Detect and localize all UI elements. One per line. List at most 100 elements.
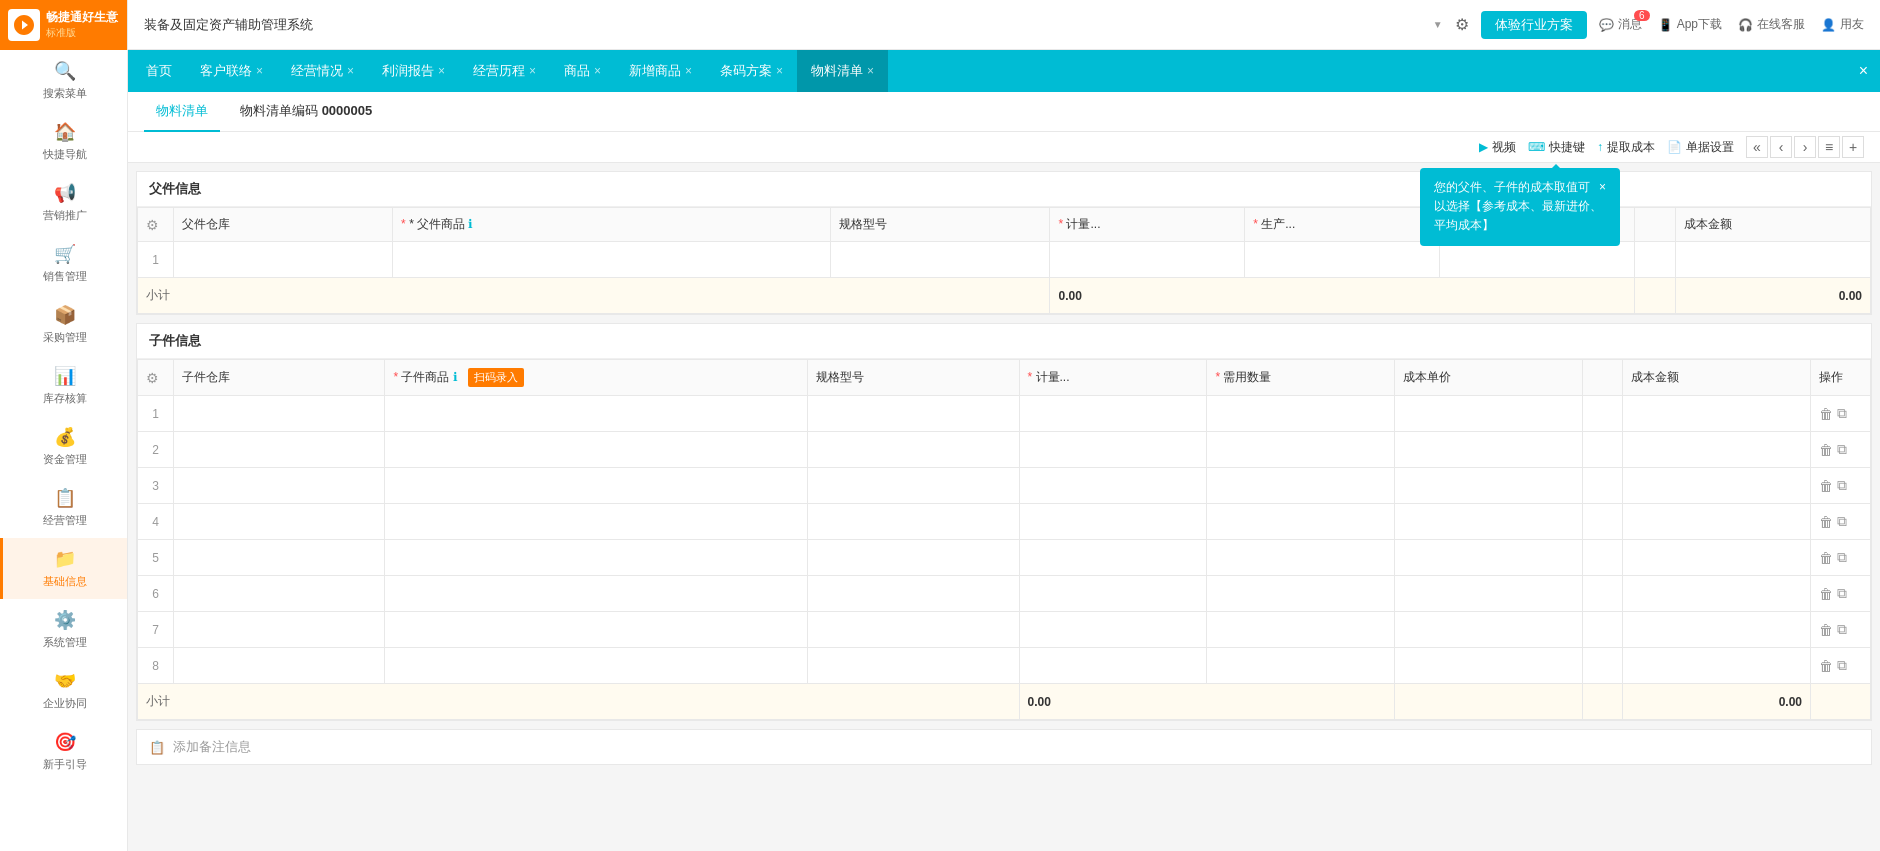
copy-icon-2[interactable]: ⧉: [1837, 441, 1847, 458]
child-cell-spec-3[interactable]: [808, 468, 1019, 504]
parent-cell-product-1[interactable]: [393, 242, 831, 278]
child-cell-warehouse-7[interactable]: [174, 612, 385, 648]
sidebar-item-enterprise[interactable]: 🤝 企业协同: [0, 660, 127, 721]
sidebar-item-search[interactable]: 🔍 搜索菜单: [0, 50, 127, 111]
child-cell-unit-price-8[interactable]: [1395, 648, 1583, 684]
delete-icon-2[interactable]: 🗑: [1819, 442, 1833, 458]
child-cell-spec-8[interactable]: [808, 648, 1019, 684]
copy-icon-8[interactable]: ⧉: [1837, 657, 1847, 674]
nav-list[interactable]: ≡: [1818, 136, 1840, 158]
child-col-settings[interactable]: ⚙: [138, 360, 174, 396]
nav-add[interactable]: +: [1842, 136, 1864, 158]
child-cell-unit-4[interactable]: [1019, 504, 1207, 540]
delete-icon-5[interactable]: 🗑: [1819, 550, 1833, 566]
child-cell-warehouse-8[interactable]: [174, 648, 385, 684]
child-product-info-icon[interactable]: ℹ: [453, 370, 458, 384]
copy-icon-1[interactable]: ⧉: [1837, 405, 1847, 422]
delete-icon-6[interactable]: 🗑: [1819, 586, 1833, 602]
parent-product-info-icon[interactable]: ℹ: [468, 217, 473, 231]
child-cell-warehouse-4[interactable]: [174, 504, 385, 540]
child-cell-product-7[interactable]: [385, 612, 808, 648]
child-cell-unit-8[interactable]: [1019, 648, 1207, 684]
sidebar-item-operations[interactable]: 📋 经营管理: [0, 477, 127, 538]
tab-profit[interactable]: 利润报告 ×: [368, 50, 459, 92]
child-cell-spec-1[interactable]: [808, 396, 1019, 432]
child-cell-warehouse-3[interactable]: [174, 468, 385, 504]
child-cell-unit-5[interactable]: [1019, 540, 1207, 576]
sidebar-item-quick-nav[interactable]: 🏠 快捷导航: [0, 111, 127, 172]
tab-history-close[interactable]: ×: [529, 64, 536, 78]
sub-tab-bom-code[interactable]: 物料清单编码 0000005: [228, 92, 384, 132]
sidebar-item-sales[interactable]: 🛒 销售管理: [0, 233, 127, 294]
experience-button[interactable]: 体验行业方案: [1481, 11, 1587, 39]
child-cell-product-3[interactable]: [385, 468, 808, 504]
child-cell-unit-price-3[interactable]: [1395, 468, 1583, 504]
copy-icon-4[interactable]: ⧉: [1837, 513, 1847, 530]
tab-profit-close[interactable]: ×: [438, 64, 445, 78]
tab-new-products-close[interactable]: ×: [685, 64, 692, 78]
child-cell-spec-2[interactable]: [808, 432, 1019, 468]
child-cell-spec-5[interactable]: [808, 540, 1019, 576]
child-cell-qty-6[interactable]: [1207, 576, 1395, 612]
child-cell-unit-price-7[interactable]: [1395, 612, 1583, 648]
child-cell-unit-price-5[interactable]: [1395, 540, 1583, 576]
child-cell-product-8[interactable]: [385, 648, 808, 684]
tab-customers[interactable]: 客户联络 ×: [186, 50, 277, 92]
tab-bom-close[interactable]: ×: [867, 64, 874, 78]
settings-cog-icon[interactable]: ⚙: [146, 217, 159, 233]
sidebar-item-marketing[interactable]: 📢 营销推广: [0, 172, 127, 233]
settings-icon[interactable]: ⚙: [1455, 15, 1469, 34]
tab-home[interactable]: 首页: [132, 50, 186, 92]
delete-icon-3[interactable]: 🗑: [1819, 478, 1833, 494]
parent-cell-warehouse-1[interactable]: [174, 242, 393, 278]
child-cell-warehouse-5[interactable]: [174, 540, 385, 576]
child-cell-warehouse-1[interactable]: [174, 396, 385, 432]
tab-operations[interactable]: 经营情况 ×: [277, 50, 368, 92]
message-button[interactable]: 💬 消息 6: [1599, 16, 1642, 33]
parent-cell-spec-1[interactable]: [831, 242, 1050, 278]
online-service-button[interactable]: 🎧 在线客服: [1738, 16, 1805, 33]
delete-icon-7[interactable]: 🗑: [1819, 622, 1833, 638]
child-cell-product-5[interactable]: [385, 540, 808, 576]
tab-customers-close[interactable]: ×: [256, 64, 263, 78]
child-cell-unit-3[interactable]: [1019, 468, 1207, 504]
tab-operations-close[interactable]: ×: [347, 64, 354, 78]
child-settings-cog-icon[interactable]: ⚙: [146, 370, 159, 386]
child-cell-unit-price-6[interactable]: [1395, 576, 1583, 612]
parent-cell-production-1[interactable]: [1245, 242, 1440, 278]
copy-icon-3[interactable]: ⧉: [1837, 477, 1847, 494]
tab-barcode-close[interactable]: ×: [776, 64, 783, 78]
parent-cell-cost-1[interactable]: [1439, 242, 1634, 278]
nav-prev-prev[interactable]: «: [1746, 136, 1768, 158]
child-cell-warehouse-6[interactable]: [174, 576, 385, 612]
single-setting-button[interactable]: 📄 单据设置: [1667, 139, 1734, 156]
parent-col-settings[interactable]: ⚙: [138, 208, 174, 242]
sidebar-item-system[interactable]: ⚙️ 系统管理: [0, 599, 127, 660]
tab-bom[interactable]: 物料清单 ×: [797, 50, 888, 92]
sidebar-item-inventory[interactable]: 📊 库存核算: [0, 355, 127, 416]
extract-cost-button[interactable]: ↑ 提取成本: [1597, 139, 1655, 156]
shortcut-button[interactable]: ⌨ 快捷键: [1528, 139, 1585, 156]
child-cell-unit-price-2[interactable]: [1395, 432, 1583, 468]
title-dropdown-icon[interactable]: ▼: [1433, 19, 1443, 30]
copy-icon-7[interactable]: ⧉: [1837, 621, 1847, 638]
sidebar-item-purchase[interactable]: 📦 采购管理: [0, 294, 127, 355]
child-cell-unit-1[interactable]: [1019, 396, 1207, 432]
nav-next[interactable]: ›: [1794, 136, 1816, 158]
note-text[interactable]: 添加备注信息: [173, 738, 251, 756]
sidebar-item-basic-info[interactable]: 📁 基础信息: [0, 538, 127, 599]
sub-tab-bom-list[interactable]: 物料清单: [144, 92, 220, 132]
tab-products-close[interactable]: ×: [594, 64, 601, 78]
child-cell-qty-1[interactable]: [1207, 396, 1395, 432]
child-cell-product-2[interactable]: [385, 432, 808, 468]
nav-prev[interactable]: ‹: [1770, 136, 1792, 158]
child-cell-product-1[interactable]: [385, 396, 808, 432]
child-cell-unit-6[interactable]: [1019, 576, 1207, 612]
child-cell-qty-8[interactable]: [1207, 648, 1395, 684]
child-cell-qty-3[interactable]: [1207, 468, 1395, 504]
delete-icon-8[interactable]: 🗑: [1819, 658, 1833, 674]
child-cell-unit-price-4[interactable]: [1395, 504, 1583, 540]
delete-icon-1[interactable]: 🗑: [1819, 406, 1833, 422]
child-cell-unit-7[interactable]: [1019, 612, 1207, 648]
child-cell-qty-2[interactable]: [1207, 432, 1395, 468]
